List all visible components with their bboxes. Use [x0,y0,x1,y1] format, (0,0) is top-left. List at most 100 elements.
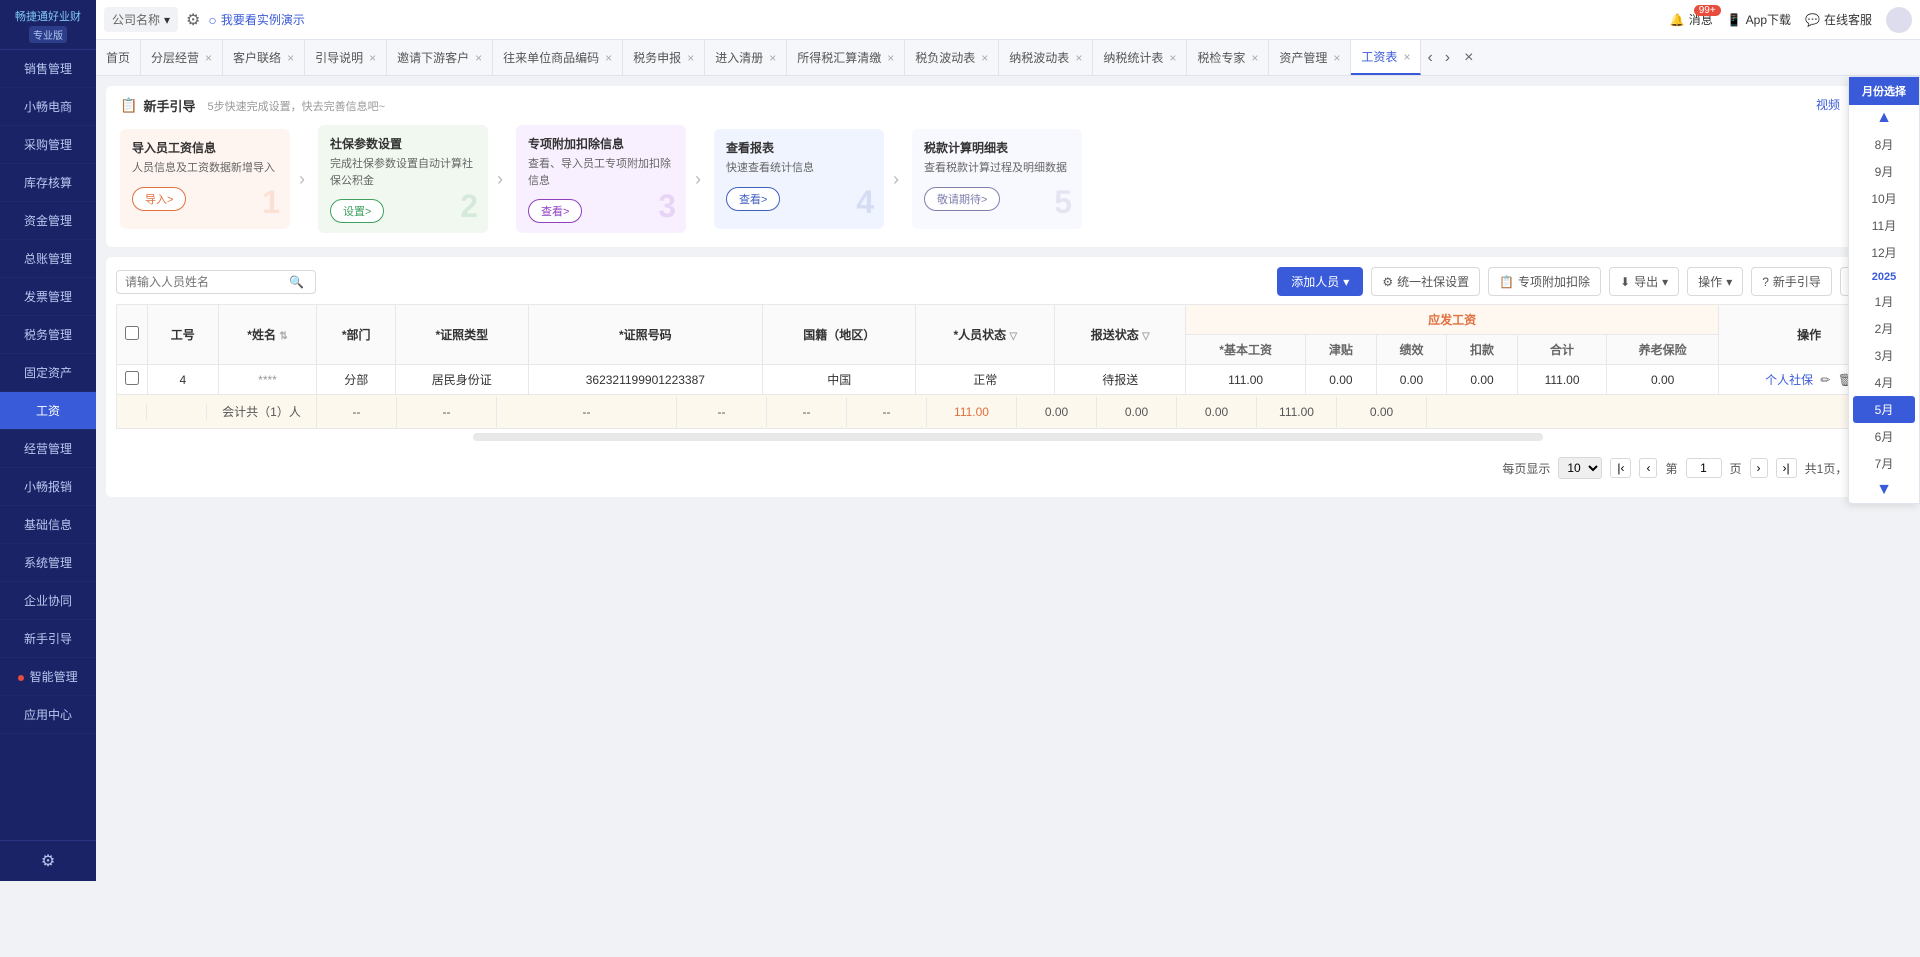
edit-icon[interactable]: ✏ [1820,373,1830,387]
step4-btn[interactable]: 查看> [726,187,780,211]
step3-btn[interactable]: 查看> [528,199,582,223]
tab-income-tax[interactable]: 所得税汇算清缴 × [787,40,905,75]
month-item-4[interactable]: 4月 [1849,369,1919,396]
sidebar-item-invoice[interactable]: 发票管理 [0,278,96,316]
tab-tax-wave[interactable]: 纳税波动表 × [999,40,1093,75]
close-icon[interactable]: × [1403,50,1410,64]
horizontal-scrollbar[interactable] [116,433,1900,445]
tab-invite[interactable]: 邀请下游客户 × [387,40,493,75]
row-select-checkbox[interactable] [125,371,139,385]
tab-close-all[interactable]: × [1456,49,1481,67]
close-icon[interactable]: × [475,51,482,65]
sidebar-item-salary[interactable]: 工资 [0,392,96,430]
close-icon[interactable]: × [769,51,776,65]
select-all-checkbox[interactable] [125,326,139,340]
sidebar-item-ai[interactable]: 智能管理 [0,658,96,696]
month-item-12[interactable]: 12月 [1849,239,1919,266]
month-item-3[interactable]: 3月 [1849,342,1919,369]
gear-icon[interactable]: ⚙ [41,853,55,870]
step5-btn[interactable]: 敬请期待> [924,187,1000,211]
sidebar-item-expense[interactable]: 小畅报销 [0,468,96,506]
sidebar-item-inventory[interactable]: 库存核算 [0,164,96,202]
search-icon[interactable]: 🔍 [289,275,304,289]
sidebar-item-system[interactable]: 系统管理 [0,544,96,582]
sidebar-item-collab[interactable]: 企业协同 [0,582,96,620]
tab-next[interactable]: › [1439,49,1456,67]
tab-tax-burden[interactable]: 税负波动表 × [905,40,999,75]
step1-btn[interactable]: 导入> [132,187,186,211]
special-deduction-btn[interactable]: 📋 专项附加扣除 [1488,267,1601,296]
month-item-10[interactable]: 10月 [1849,185,1919,212]
add-person-button[interactable]: 添加人员 ▾ [1277,267,1363,296]
page-next-btn[interactable]: › [1750,458,1768,478]
close-icon[interactable]: × [287,51,294,65]
page-first-btn[interactable]: |‹ [1610,458,1631,478]
sidebar-item-ledger[interactable]: 总账管理 [0,240,96,278]
app-download-btn[interactable]: 📱 App下载 [1727,11,1791,28]
company-selector[interactable]: 公司名称 ▾ [104,7,178,32]
sidebar-item-app-center[interactable]: 应用中心 [0,696,96,734]
close-icon[interactable]: × [887,51,894,65]
newbie-guide-btn[interactable]: ? 新手引导 [1751,267,1832,296]
sidebar-item-capital[interactable]: 资金管理 [0,202,96,240]
social-insurance-btn[interactable]: ⚙ 统一社保设置 [1371,267,1480,296]
month-item-11[interactable]: 11月 [1849,212,1919,239]
sidebar-item-tax[interactable]: 税务管理 [0,316,96,354]
month-item-5[interactable]: 5月 [1853,396,1915,423]
page-prev-btn[interactable]: ‹ [1639,458,1657,478]
close-icon[interactable]: × [687,51,694,65]
sidebar-item-basic[interactable]: 基础信息 [0,506,96,544]
guide-step-3: 专项附加扣除信息 查看、导入员工专项附加扣除信息 查看> 3 › [516,125,686,233]
close-icon[interactable]: × [981,51,988,65]
tab-customer[interactable]: 客户联络 × [223,40,305,75]
settings-icon[interactable]: ⚙ [186,10,200,30]
close-icon[interactable]: × [205,51,212,65]
month-item-8[interactable]: 8月 [1849,131,1919,158]
close-icon[interactable]: × [605,51,612,65]
personal-insurance-btn[interactable]: 个人社保 [1765,373,1813,387]
sidebar-item-ecommerce[interactable]: 小畅电商 [0,88,96,126]
sidebar-item-purchase[interactable]: 采购管理 [0,126,96,164]
tab-clearance[interactable]: 进入清册 × [705,40,787,75]
salary-table: 工号 *姓名 ⇅ *部门 *证照类型 *证照号码 国籍（地区） *人员状态 ▽ … [116,304,1900,395]
sidebar-item-sales[interactable]: 销售管理 [0,50,96,88]
tab-tier[interactable]: 分层经营 × [141,40,223,75]
tab-assets[interactable]: 资产管理 × [1269,40,1351,75]
demo-btn[interactable]: ○ 我要看实例演示 [208,11,304,28]
guide-video-link[interactable]: 视频 [1816,96,1840,113]
tab-salary[interactable]: 工资表 × [1351,40,1421,75]
search-input[interactable] [125,275,285,289]
sidebar-item-operations[interactable]: 经营管理 [0,430,96,468]
tab-tax-declare[interactable]: 税务申报 × [623,40,705,75]
close-icon[interactable]: × [1075,51,1082,65]
month-nav-up-btn[interactable]: ▲ [1872,109,1896,127]
sidebar-item-guide[interactable]: 新手引导 [0,620,96,658]
page-last-btn[interactable]: ›| [1776,458,1797,478]
operation-btn[interactable]: 操作 ▾ [1687,267,1743,296]
export-btn[interactable]: ⬇ 导出 ▾ [1609,267,1679,296]
tab-guide[interactable]: 引导说明 × [305,40,387,75]
guide-step-5: 税款计算明细表 查看税款计算过程及明细数据 敬请期待> 5 [912,129,1082,229]
month-item-2[interactable]: 2月 [1849,315,1919,342]
close-icon[interactable]: × [1169,51,1176,65]
tab-tax-expert[interactable]: 税检专家 × [1187,40,1269,75]
page-size-select[interactable]: 10 20 50 [1558,457,1602,479]
tab-product-code[interactable]: 往来单位商品编码 × [493,40,623,75]
sidebar-item-assets[interactable]: 固定资产 [0,354,96,392]
avatar[interactable] [1886,7,1912,33]
month-item-1[interactable]: 1月 [1849,288,1919,315]
online-service-btn[interactable]: 💬 在线客服 [1805,11,1872,28]
tab-prev[interactable]: ‹ [1421,49,1438,67]
step2-btn[interactable]: 设置> [330,199,384,223]
page-input[interactable] [1686,458,1722,478]
month-item-7[interactable]: 7月 [1849,450,1919,477]
month-item-9[interactable]: 9月 [1849,158,1919,185]
tab-home[interactable]: 首页 [96,40,141,75]
close-icon[interactable]: × [1333,51,1340,65]
close-icon[interactable]: × [1251,51,1258,65]
month-nav-down-btn[interactable]: ▼ [1872,481,1896,499]
close-icon[interactable]: × [369,51,376,65]
message-btn[interactable]: 🔔 消息 99+ [1670,11,1713,28]
tab-tax-stats[interactable]: 纳税统计表 × [1093,40,1187,75]
month-item-6[interactable]: 6月 [1849,423,1919,450]
